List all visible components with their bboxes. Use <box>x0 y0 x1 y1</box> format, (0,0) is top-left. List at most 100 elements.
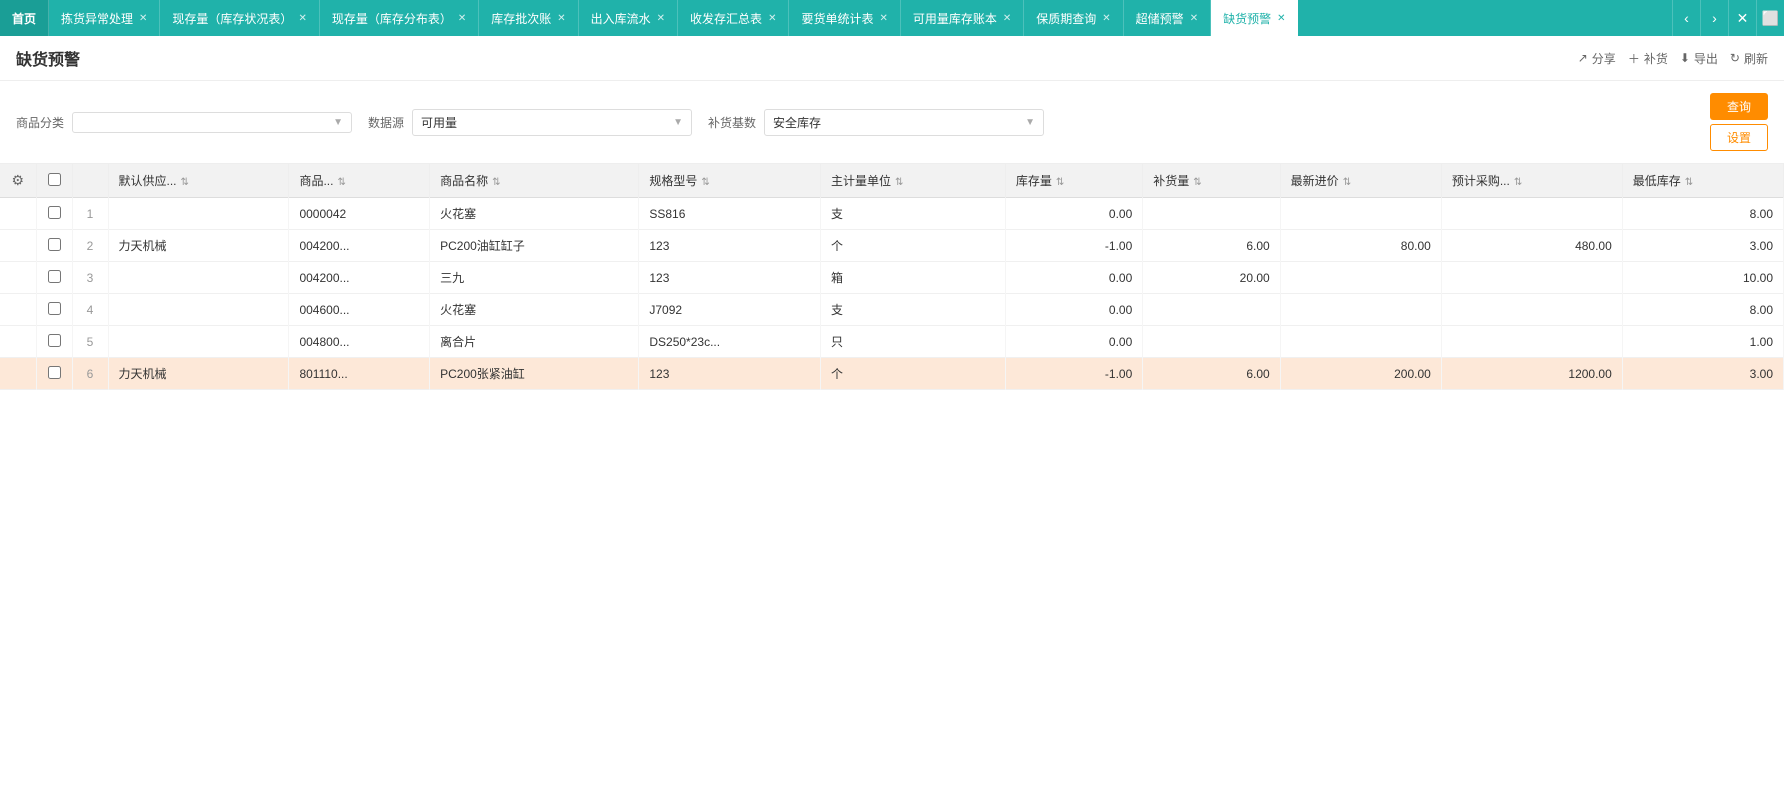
row-checkbox-cell[interactable] <box>36 262 72 294</box>
table-row: 2 力天机械 004200... PC200油缸缸子 123 个 -1.00 6… <box>0 230 1784 262</box>
code-column-header[interactable]: 商品...⇅ <box>289 164 430 198</box>
row-latest-price-cell <box>1280 294 1441 326</box>
category-select[interactable]: ▼ <box>72 112 352 133</box>
row-checkbox-cell[interactable] <box>36 326 72 358</box>
row-index-cell: 3 <box>72 262 108 294</box>
query-button[interactable]: 查询 <box>1710 93 1768 120</box>
tab-overstock-warning[interactable]: 超储预警 ✕ <box>1124 0 1211 36</box>
tab-picking-exception[interactable]: 拣货异常处理 ✕ <box>49 0 160 36</box>
tab-close-btn[interactable]: ✕ <box>1728 0 1756 36</box>
tab-batch-account[interactable]: 库存批次账 ✕ <box>479 0 578 36</box>
tab-shortage-warning[interactable]: 缺货预警 ✕ <box>1211 0 1298 36</box>
page-header: 缺货预警 ↗ 分享 ＋ 补货 ⬇ 导出 ↻ 刷新 <box>0 36 1784 81</box>
tab-close-icon[interactable]: ✕ <box>1277 13 1285 24</box>
tab-close-icon[interactable]: ✕ <box>879 13 887 24</box>
latest-price-column-header[interactable]: 最新进价⇅ <box>1280 164 1441 198</box>
tab-current-stock-status[interactable]: 现存量（库存状况表） ✕ <box>160 0 319 36</box>
select-all-checkbox[interactable] <box>48 173 61 186</box>
row-latest-price-cell: 80.00 <box>1280 230 1441 262</box>
sort-icon: ⇅ <box>1193 177 1201 188</box>
name-column-header[interactable]: 商品名称⇅ <box>430 164 639 198</box>
row-checkbox[interactable] <box>48 270 61 283</box>
refresh-button[interactable]: ↻ 刷新 <box>1730 50 1768 67</box>
tab-scroll-left-btn[interactable]: ‹ <box>1672 0 1700 36</box>
settings-column-header[interactable]: ⚙ <box>0 164 36 198</box>
replenish-button[interactable]: ＋ 补货 <box>1628 50 1668 67</box>
settings-button[interactable]: 设置 <box>1710 124 1768 151</box>
tab-available-ledger[interactable]: 可用量库存账本 ✕ <box>901 0 1024 36</box>
row-min-stock-cell: 10.00 <box>1622 262 1783 294</box>
row-latest-price-cell <box>1280 262 1441 294</box>
tab-close-icon[interactable]: ✕ <box>657 13 665 24</box>
row-checkbox[interactable] <box>48 302 61 315</box>
tab-inout-flow[interactable]: 出入库流水 ✕ <box>579 0 678 36</box>
row-estimated-purchase-cell <box>1441 326 1622 358</box>
row-latest-price-cell <box>1280 198 1441 230</box>
gear-icon[interactable]: ⚙ <box>11 172 24 188</box>
row-unit-cell: 只 <box>820 326 1005 358</box>
row-index-cell: 5 <box>72 326 108 358</box>
tab-close-icon[interactable]: ✕ <box>1102 13 1110 24</box>
row-stock-cell: 0.00 <box>1005 198 1142 230</box>
row-checkbox[interactable] <box>48 238 61 251</box>
stock-column-header[interactable]: 库存量⇅ <box>1005 164 1142 198</box>
row-checkbox-cell[interactable] <box>36 358 72 390</box>
row-replenish-cell: 20.00 <box>1143 262 1280 294</box>
supplier-column-header[interactable]: 默认供应...⇅ <box>108 164 289 198</box>
row-unit-cell: 支 <box>820 294 1005 326</box>
row-index-cell: 2 <box>72 230 108 262</box>
row-unit-cell: 个 <box>820 358 1005 390</box>
tab-scroll-right-btn[interactable]: › <box>1700 0 1728 36</box>
datasource-select[interactable]: 可用量 ▼ <box>412 109 692 136</box>
checkbox-column-header[interactable] <box>36 164 72 198</box>
row-checkbox[interactable] <box>48 206 61 219</box>
spec-column-header[interactable]: 规格型号⇅ <box>639 164 821 198</box>
row-supplier-cell: 力天机械 <box>108 230 289 262</box>
tab-expiry-query[interactable]: 保质期查询 ✕ <box>1024 0 1123 36</box>
row-settings-cell <box>0 230 36 262</box>
sort-icon: ⇅ <box>492 177 500 188</box>
row-settings-cell <box>0 358 36 390</box>
row-name-cell: PC200张紧油缸 <box>430 358 639 390</box>
tab-close-icon[interactable]: ✕ <box>458 13 466 24</box>
sort-icon: ⇅ <box>181 177 189 188</box>
tab-home[interactable]: 首页 <box>0 0 49 36</box>
tab-current-stock-dist[interactable]: 现存量（库存分布表） ✕ <box>320 0 479 36</box>
row-code-cell: 0000042 <box>289 198 430 230</box>
row-checkbox-cell[interactable] <box>36 230 72 262</box>
row-min-stock-cell: 8.00 <box>1622 294 1783 326</box>
row-replenish-cell <box>1143 326 1280 358</box>
tab-bar: 首页 拣货异常处理 ✕ 现存量（库存状况表） ✕ 现存量（库存分布表） ✕ 库存… <box>0 0 1784 36</box>
category-select-arrow-icon: ▼ <box>333 117 343 128</box>
tab-close-icon[interactable]: ✕ <box>768 13 776 24</box>
row-stock-cell: 0.00 <box>1005 262 1142 294</box>
filter-bar: 商品分类 ▼ 数据源 可用量 ▼ 补货基数 安全库存 ▼ 查询 设置 <box>0 81 1784 164</box>
basis-select[interactable]: 安全库存 ▼ <box>764 109 1044 136</box>
row-name-cell: 火花塞 <box>430 198 639 230</box>
unit-column-header[interactable]: 主计量单位⇅ <box>820 164 1005 198</box>
row-spec-cell: J7092 <box>639 294 821 326</box>
estimated-purchase-column-header[interactable]: 预计采购...⇅ <box>1441 164 1622 198</box>
tab-maximize-btn[interactable]: ⬜ <box>1756 0 1784 36</box>
row-checkbox-cell[interactable] <box>36 198 72 230</box>
sort-icon: ⇅ <box>1343 177 1351 188</box>
min-stock-column-header[interactable]: 最低库存⇅ <box>1622 164 1783 198</box>
table-row: 4 004600... 火花塞 J7092 支 0.00 8.00 <box>0 294 1784 326</box>
row-checkbox-cell[interactable] <box>36 294 72 326</box>
datasource-label: 数据源 <box>368 114 404 131</box>
basis-select-value: 安全库存 <box>773 114 821 131</box>
tab-order-stats[interactable]: 要货单统计表 ✕ <box>789 0 900 36</box>
export-button[interactable]: ⬇ 导出 <box>1680 50 1718 67</box>
share-button[interactable]: ↗ 分享 <box>1578 50 1616 67</box>
tab-close-icon[interactable]: ✕ <box>1190 13 1198 24</box>
row-name-cell: 火花塞 <box>430 294 639 326</box>
replenish-column-header[interactable]: 补货量⇅ <box>1143 164 1280 198</box>
row-checkbox[interactable] <box>48 334 61 347</box>
tab-close-icon[interactable]: ✕ <box>139 13 147 24</box>
tab-close-icon[interactable]: ✕ <box>1003 13 1011 24</box>
row-unit-cell: 个 <box>820 230 1005 262</box>
tab-close-icon[interactable]: ✕ <box>557 13 565 24</box>
tab-receipt-summary[interactable]: 收发存汇总表 ✕ <box>678 0 789 36</box>
tab-close-icon[interactable]: ✕ <box>298 13 306 24</box>
row-checkbox[interactable] <box>48 366 61 379</box>
